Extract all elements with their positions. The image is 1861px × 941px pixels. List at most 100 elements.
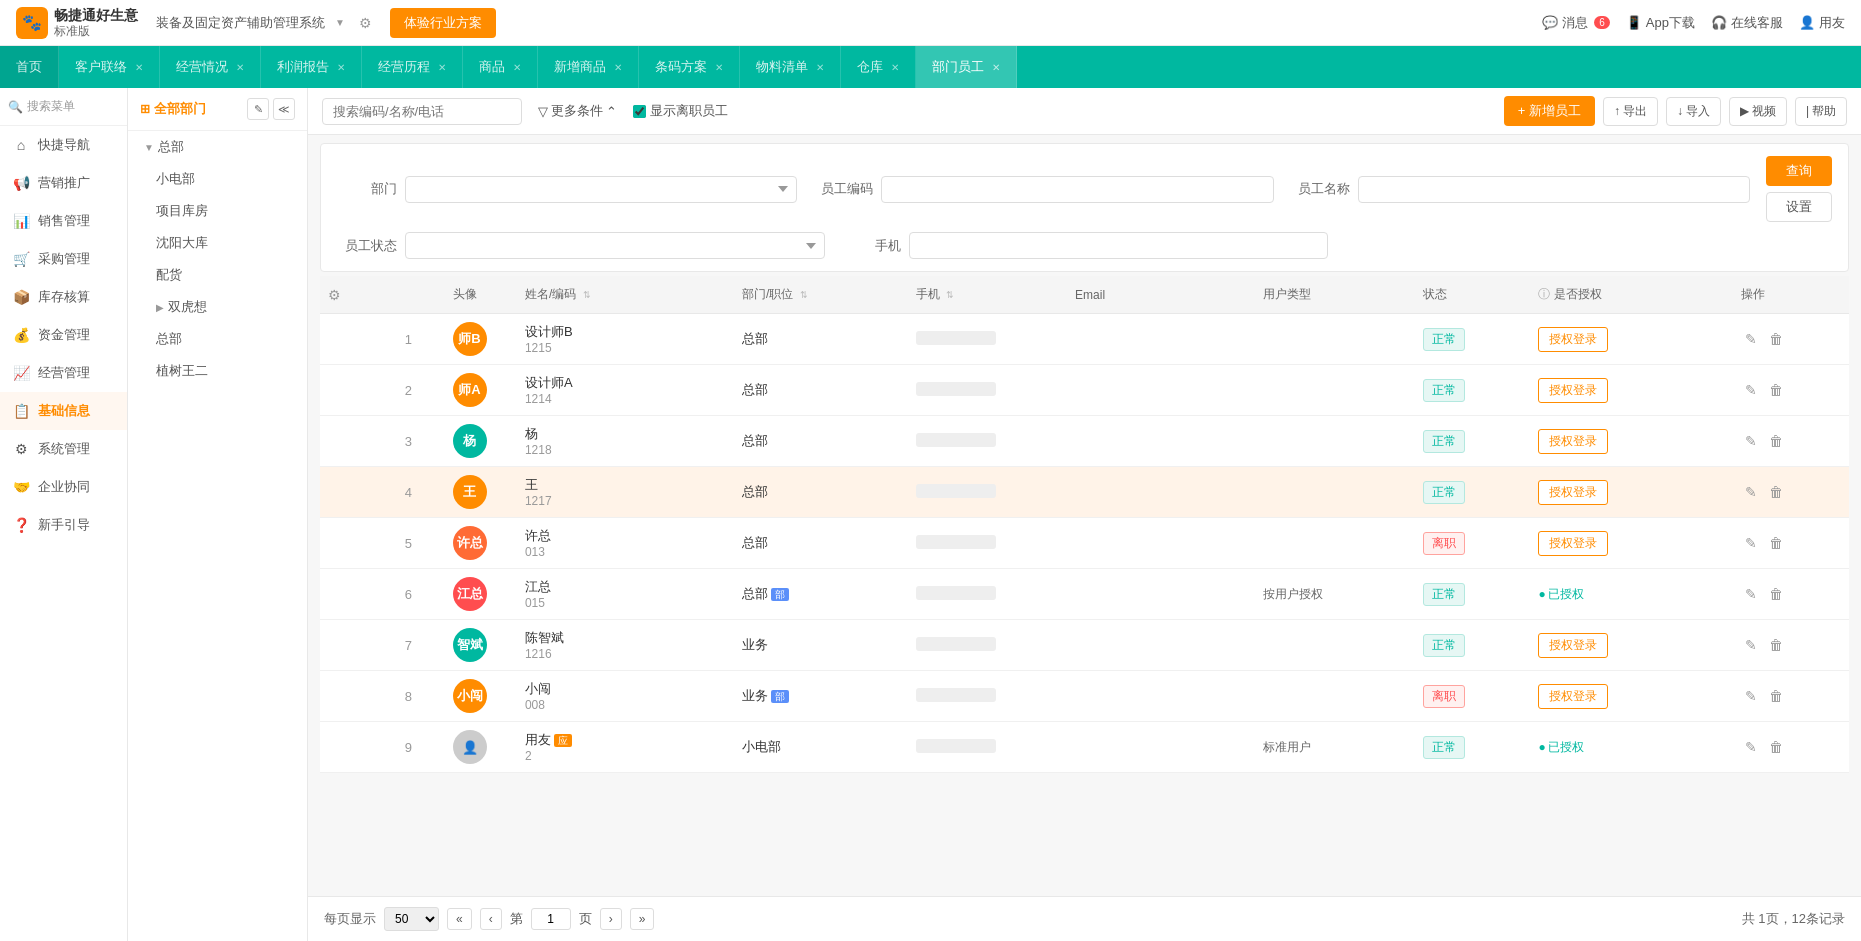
- tab-home[interactable]: 首页: [0, 46, 59, 88]
- show-resigned-label[interactable]: 显示离职员工: [633, 102, 728, 120]
- prev-page-btn[interactable]: ‹: [480, 908, 502, 930]
- sidebar-item-purchase[interactable]: 🛒 采购管理: [0, 240, 127, 278]
- export-button[interactable]: ↑ 导出: [1603, 97, 1658, 126]
- delete-btn[interactable]: 🗑: [1765, 431, 1787, 451]
- tab-warehouse[interactable]: 仓库 ✕: [841, 46, 916, 88]
- emp-code-input[interactable]: [881, 176, 1273, 203]
- sidebar-item-finance[interactable]: 💰 资金管理: [0, 316, 127, 354]
- edit-btn[interactable]: ✎: [1741, 737, 1761, 757]
- page-size-select[interactable]: 50 100 200: [384, 907, 439, 931]
- tab-history[interactable]: 经营历程 ✕: [362, 46, 463, 88]
- dept-collapse-btn[interactable]: ≪: [273, 98, 295, 120]
- import-button[interactable]: ↓ 导入: [1666, 97, 1721, 126]
- phone-input[interactable]: [909, 232, 1329, 259]
- delete-btn[interactable]: 🗑: [1765, 533, 1787, 553]
- sidebar-item-system[interactable]: ⚙ 系统管理: [0, 430, 127, 468]
- next-page-btn[interactable]: ›: [600, 908, 622, 930]
- auth-login-btn[interactable]: 授权登录: [1538, 633, 1608, 658]
- tab-close-icon[interactable]: ✕: [816, 62, 824, 73]
- app-download-item[interactable]: 📱 App下载: [1626, 14, 1695, 32]
- auth-login-btn[interactable]: 授权登录: [1538, 684, 1608, 709]
- col-settings-icon[interactable]: ⚙: [328, 287, 341, 303]
- tab-close-icon[interactable]: ✕: [438, 62, 446, 73]
- col-dept-position[interactable]: 部门/职位 ⇅: [734, 276, 908, 314]
- sort-icon[interactable]: ⇅: [583, 290, 591, 300]
- tab-add-goods[interactable]: 新增商品 ✕: [538, 46, 639, 88]
- search-input[interactable]: [322, 98, 522, 125]
- tab-close-icon[interactable]: ✕: [513, 62, 521, 73]
- help-button[interactable]: | 帮助: [1795, 97, 1847, 126]
- tab-operations[interactable]: 经营情况 ✕: [160, 46, 261, 88]
- emp-name-input[interactable]: [1358, 176, 1750, 203]
- tab-customer[interactable]: 客户联络 ✕: [59, 46, 160, 88]
- col-phone[interactable]: 手机 ⇅: [908, 276, 1067, 314]
- tab-close-icon[interactable]: ✕: [891, 62, 899, 73]
- sidebar-item-basic-info[interactable]: 📋 基础信息: [0, 392, 127, 430]
- dept-node-small-electric[interactable]: 小电部: [128, 163, 307, 195]
- sort-icon[interactable]: ⇅: [800, 290, 808, 300]
- tab-close-icon[interactable]: ✕: [337, 62, 345, 73]
- sidebar-item-inventory[interactable]: 📦 库存核算: [0, 278, 127, 316]
- add-employee-button[interactable]: + 新增员工: [1504, 96, 1595, 126]
- dept-node-project-warehouse[interactable]: 项目库房: [128, 195, 307, 227]
- auth-login-btn[interactable]: 授权登录: [1538, 429, 1608, 454]
- sidebar-search[interactable]: 🔍 搜索菜单: [0, 88, 127, 126]
- sidebar-item-collab[interactable]: 🤝 企业协同: [0, 468, 127, 506]
- emp-status-select[interactable]: [405, 232, 825, 259]
- delete-btn[interactable]: 🗑: [1765, 686, 1787, 706]
- dept-node-plant-king[interactable]: 植树王二: [128, 355, 307, 387]
- auth-login-btn[interactable]: 授权登录: [1538, 531, 1608, 556]
- auth-login-btn[interactable]: 授权登录: [1538, 480, 1608, 505]
- dept-edit-btn[interactable]: ✎: [247, 98, 269, 120]
- sidebar-item-quick-nav[interactable]: ⌂ 快捷导航: [0, 126, 127, 164]
- delete-btn[interactable]: 🗑: [1765, 482, 1787, 502]
- auth-login-btn[interactable]: 授权登录: [1538, 378, 1608, 403]
- trial-button[interactable]: 体验行业方案: [390, 8, 496, 38]
- tab-close-icon[interactable]: ✕: [236, 62, 244, 73]
- tab-department[interactable]: 部门员工 ✕: [916, 46, 1017, 88]
- last-page-btn[interactable]: »: [630, 908, 655, 930]
- dept-node-hq[interactable]: 总部: [128, 323, 307, 355]
- auth-login-btn[interactable]: 授权登录: [1538, 327, 1608, 352]
- delete-btn[interactable]: 🗑: [1765, 380, 1787, 400]
- dept-node-headquarters-root[interactable]: ▼ 总部: [128, 131, 307, 163]
- col-settings[interactable]: ⚙: [320, 276, 372, 314]
- online-service-item[interactable]: 🎧 在线客服: [1711, 14, 1783, 32]
- edit-btn[interactable]: ✎: [1741, 584, 1761, 604]
- set-button[interactable]: 设置: [1766, 192, 1832, 222]
- show-resigned-checkbox[interactable]: [633, 105, 646, 118]
- edit-btn[interactable]: ✎: [1741, 431, 1761, 451]
- delete-btn[interactable]: 🗑: [1765, 329, 1787, 349]
- edit-btn[interactable]: ✎: [1741, 329, 1761, 349]
- edit-btn[interactable]: ✎: [1741, 482, 1761, 502]
- delete-btn[interactable]: 🗑: [1765, 737, 1787, 757]
- first-page-btn[interactable]: «: [447, 908, 472, 930]
- delete-btn[interactable]: 🗑: [1765, 584, 1787, 604]
- tab-close-icon[interactable]: ✕: [715, 62, 723, 73]
- dept-node-shuanghu[interactable]: ▶ 双虎想: [128, 291, 307, 323]
- tab-close-icon[interactable]: ✕: [135, 62, 143, 73]
- query-button[interactable]: 查询: [1766, 156, 1832, 186]
- delete-btn[interactable]: 🗑: [1765, 635, 1787, 655]
- sort-icon[interactable]: ⇅: [946, 290, 954, 300]
- message-item[interactable]: 💬 消息 6: [1542, 14, 1610, 32]
- tab-goods[interactable]: 商品 ✕: [463, 46, 538, 88]
- tab-close-icon[interactable]: ✕: [614, 62, 622, 73]
- edit-btn[interactable]: ✎: [1741, 635, 1761, 655]
- page-number-input[interactable]: [531, 908, 571, 930]
- tab-close-icon[interactable]: ✕: [992, 62, 1000, 73]
- tab-profit[interactable]: 利润报告 ✕: [261, 46, 362, 88]
- sidebar-item-sales[interactable]: 📊 销售管理: [0, 202, 127, 240]
- edit-btn[interactable]: ✎: [1741, 533, 1761, 553]
- edit-btn[interactable]: ✎: [1741, 686, 1761, 706]
- edit-btn[interactable]: ✎: [1741, 380, 1761, 400]
- sidebar-item-operations[interactable]: 📈 经营管理: [0, 354, 127, 392]
- settings-icon[interactable]: ⚙: [359, 15, 372, 31]
- tab-bom[interactable]: 物料清单 ✕: [740, 46, 841, 88]
- dept-node-shenyang[interactable]: 沈阳大库: [128, 227, 307, 259]
- dept-node-distribution[interactable]: 配货: [128, 259, 307, 291]
- user-item[interactable]: 👤 用友: [1799, 14, 1845, 32]
- sidebar-item-guide[interactable]: ❓ 新手引导: [0, 506, 127, 544]
- tab-barcode[interactable]: 条码方案 ✕: [639, 46, 740, 88]
- col-name-code[interactable]: 姓名/编码 ⇅: [517, 276, 734, 314]
